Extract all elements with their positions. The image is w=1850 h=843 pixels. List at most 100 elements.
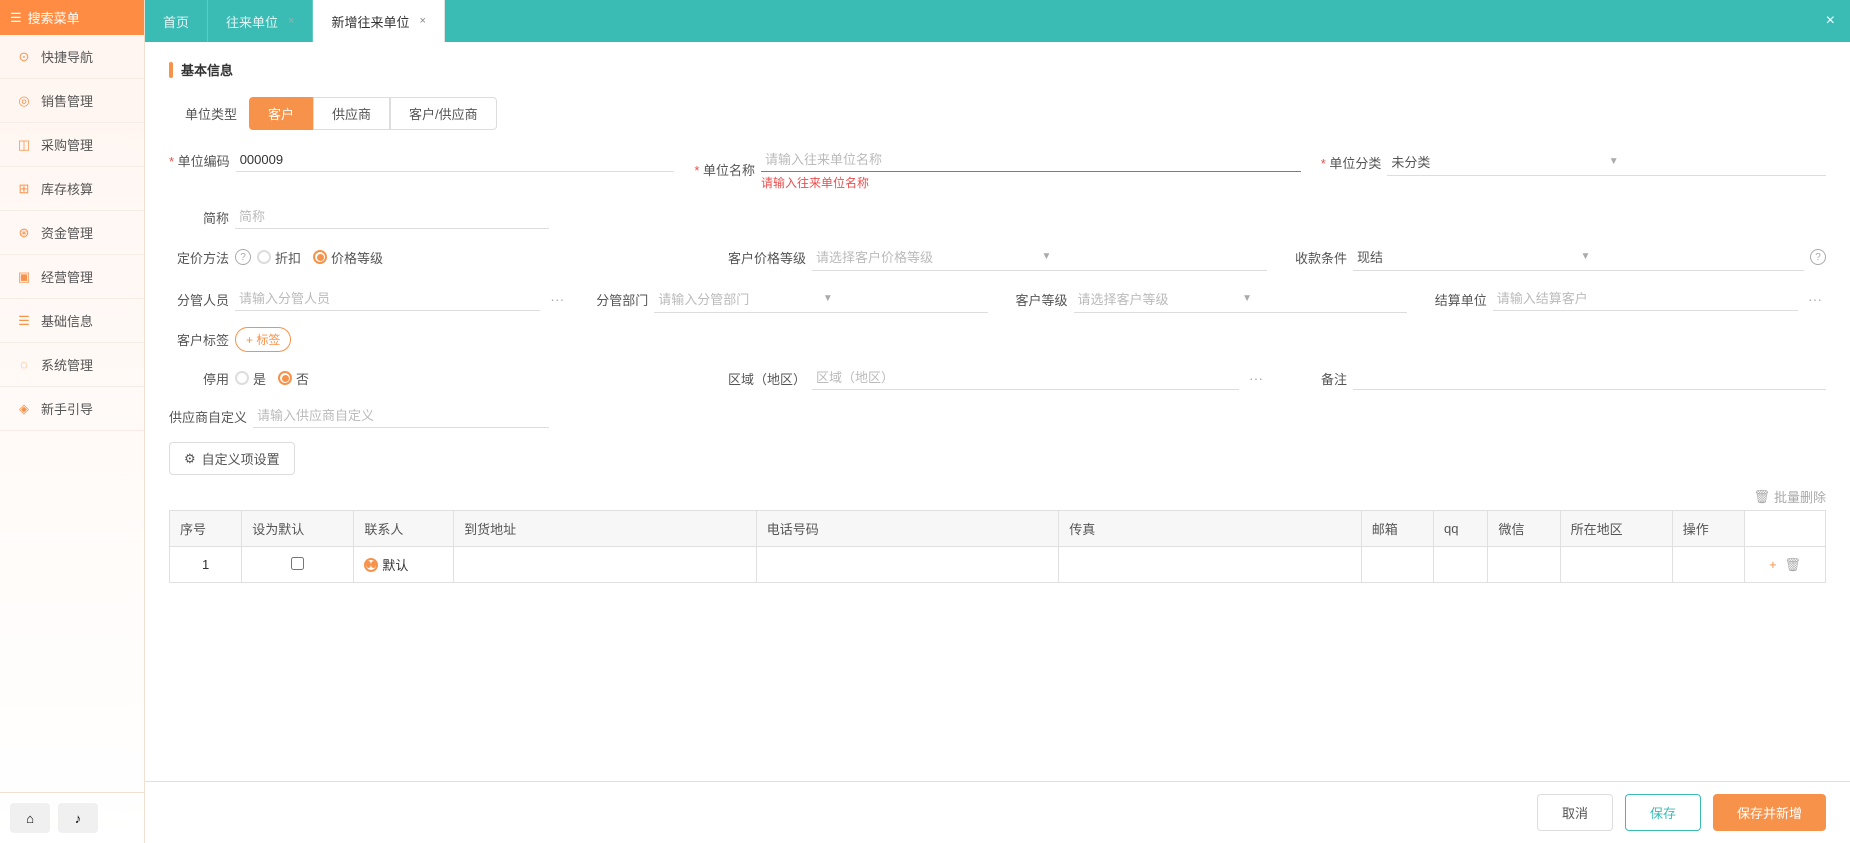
customer-tag-field: 客户标签 + 标签 xyxy=(169,327,1826,352)
save-button[interactable]: 保存 xyxy=(1625,794,1701,831)
customer-price-label: 客户价格等级 xyxy=(728,248,806,267)
unit-type-btn-both[interactable]: 客户/供应商 xyxy=(390,97,497,130)
customer-level-placeholder: 请选择客户等级 xyxy=(1078,289,1239,308)
unit-type-btn-supplier[interactable]: 供应商 xyxy=(313,97,390,130)
address-input[interactable] xyxy=(767,557,1049,572)
stop-radio-no[interactable]: 否 xyxy=(278,369,309,388)
sidebar-item-inventory[interactable]: ⊞库存核算 xyxy=(0,167,144,211)
unit-category-select[interactable]: 未分类 ▼ xyxy=(1387,148,1826,176)
sidebar-item-guide[interactable]: ◈新手引导 xyxy=(0,387,144,431)
pricing-radio-level[interactable]: 价格等级 xyxy=(313,248,383,267)
short-name-label: 简称 xyxy=(169,208,229,227)
sidebar-icon-system: ◌ xyxy=(15,356,33,374)
tab-home[interactable]: 首页 xyxy=(145,0,208,42)
tab-close-new-contact[interactable]: × xyxy=(419,15,425,27)
pricing-help-icon[interactable]: ? xyxy=(235,249,251,265)
row-no: 1 xyxy=(170,547,242,583)
settlement-input[interactable] xyxy=(1493,287,1798,311)
region-ellipsis[interactable]: ··· xyxy=(1245,370,1267,386)
manager-input[interactable] xyxy=(235,287,540,311)
sidebar-item-system[interactable]: ◌系统管理 xyxy=(0,343,144,387)
cancel-button[interactable]: 取消 xyxy=(1537,794,1613,831)
row-email[interactable] xyxy=(1433,547,1487,583)
customer-price-select[interactable]: 请选择客户价格等级 ▼ xyxy=(812,243,1267,271)
row-checkbox[interactable] xyxy=(242,547,354,583)
row-address[interactable] xyxy=(756,547,1059,583)
add-row-icon[interactable]: + xyxy=(1769,557,1777,572)
form-row-4: 分管人员 ··· 分管部门 请输入分管部门 ▼ 客户等级 请选择客户等级 ▼ xyxy=(169,285,1826,313)
department-select[interactable]: 请输入分管部门 ▼ xyxy=(654,285,987,313)
supplier-custom-label: 供应商自定义 xyxy=(169,407,247,426)
short-name-input[interactable] xyxy=(235,205,549,229)
pricing-radio-1-label: 折扣 xyxy=(275,248,301,267)
row-action[interactable]: + 🗑 xyxy=(1744,547,1825,583)
customer-price-chevron: ▼ xyxy=(1042,251,1264,262)
section-title: 基本信息 xyxy=(169,60,1826,79)
unit-type-buttons: 客户供应商客户/供应商 xyxy=(249,97,497,130)
payment-help-icon[interactable]: ? xyxy=(1810,249,1826,265)
customer-level-select[interactable]: 请选择客户等级 ▼ xyxy=(1074,285,1407,313)
tab-new-contact[interactable]: 新增往来单位× xyxy=(313,0,444,42)
unit-type-btn-customer[interactable]: 客户 xyxy=(249,97,313,130)
manager-ellipsis[interactable]: ··· xyxy=(546,291,568,307)
phone-input[interactable] xyxy=(1069,557,1351,572)
remark-input[interactable] xyxy=(1353,366,1826,390)
payment-terms-field: 收款条件 现结 ▼ ? xyxy=(1287,243,1826,271)
row-qq[interactable] xyxy=(1488,547,1560,583)
sidebar-item-sales[interactable]: ◎销售管理 xyxy=(0,79,144,123)
sidebar-user-btn[interactable]: ♪ xyxy=(58,803,98,833)
row-default[interactable]: 默认 xyxy=(354,547,454,583)
region-field: 区域（地区） ··· xyxy=(728,366,1267,390)
sidebar-home-btn[interactable]: ⌂ xyxy=(10,803,50,833)
radio-level-dot xyxy=(313,250,327,264)
department-field: 分管部门 请输入分管部门 ▼ xyxy=(588,285,987,313)
table-header-cell: 设为默认 xyxy=(242,511,354,547)
radio-discount-dot xyxy=(257,250,271,264)
supplier-custom-input[interactable] xyxy=(253,404,549,428)
contact-input[interactable] xyxy=(464,557,746,572)
tab-bar: 首页往来单位×新增往来单位× × xyxy=(145,0,1850,42)
pricing-label: 定价方法 xyxy=(169,248,229,267)
region-input[interactable] xyxy=(812,366,1239,390)
radio-no-dot xyxy=(278,371,292,385)
sidebar-item-purchase[interactable]: ◫采购管理 xyxy=(0,123,144,167)
delete-icon: 🗑 xyxy=(1753,489,1770,505)
tab-close-contacts[interactable]: × xyxy=(288,15,294,27)
batch-delete-label[interactable]: 批量删除 xyxy=(1774,487,1826,506)
unit-name-input[interactable] xyxy=(761,148,1301,172)
search-menu[interactable]: ☰ 搜索菜单 xyxy=(0,0,144,35)
sidebar-item-basic[interactable]: ☰基础信息 xyxy=(0,299,144,343)
settlement-ellipsis[interactable]: ··· xyxy=(1804,291,1826,307)
unit-code-input[interactable] xyxy=(236,148,675,172)
add-tag-button[interactable]: + 标签 xyxy=(235,327,291,352)
payment-terms-select[interactable]: 现结 ▼ xyxy=(1353,243,1804,271)
sidebar-icon-operations: ▣ xyxy=(15,268,33,286)
row-region[interactable] xyxy=(1672,547,1744,583)
supplier-custom-field: 供应商自定义 xyxy=(169,404,549,428)
sidebar-label-purchase: 采购管理 xyxy=(41,135,93,154)
short-name-field: 简称 xyxy=(169,205,549,229)
pricing-radio-discount[interactable]: 折扣 xyxy=(257,248,301,267)
form-row-7: 供应商自定义 xyxy=(169,404,1826,428)
row-fax[interactable] xyxy=(1361,547,1433,583)
row-phone[interactable] xyxy=(1059,547,1362,583)
customer-level-chevron: ▼ xyxy=(1242,293,1403,304)
window-close-btn[interactable]: × xyxy=(1811,0,1850,42)
row-wechat[interactable] xyxy=(1560,547,1672,583)
delete-row-icon[interactable]: 🗑 xyxy=(1784,557,1801,572)
settlement-field: 结算单位 ··· xyxy=(1427,287,1826,311)
tab-contacts[interactable]: 往来单位× xyxy=(208,0,313,42)
row-contact[interactable] xyxy=(454,547,757,583)
sidebar-item-capital[interactable]: ⊛资金管理 xyxy=(0,211,144,255)
sidebar-item-operations[interactable]: ▣ 经营管理 xyxy=(0,255,144,299)
save-new-button[interactable]: 保存并新增 xyxy=(1713,794,1826,831)
table-header-cell: 到货地址 xyxy=(454,511,757,547)
stop-radio-yes[interactable]: 是 xyxy=(235,369,266,388)
pricing-radio-group: 折扣 价格等级 xyxy=(257,248,383,267)
table-header-cell: 邮箱 xyxy=(1361,511,1433,547)
department-chevron: ▼ xyxy=(823,293,984,304)
sidebar-label-operations: 经营管理 xyxy=(41,267,93,286)
row-select-checkbox[interactable] xyxy=(291,557,304,570)
sidebar-item-quick-nav[interactable]: ⊙快捷导航 xyxy=(0,35,144,79)
custom-settings-button[interactable]: ⚙ 自定义项设置 xyxy=(169,442,295,475)
